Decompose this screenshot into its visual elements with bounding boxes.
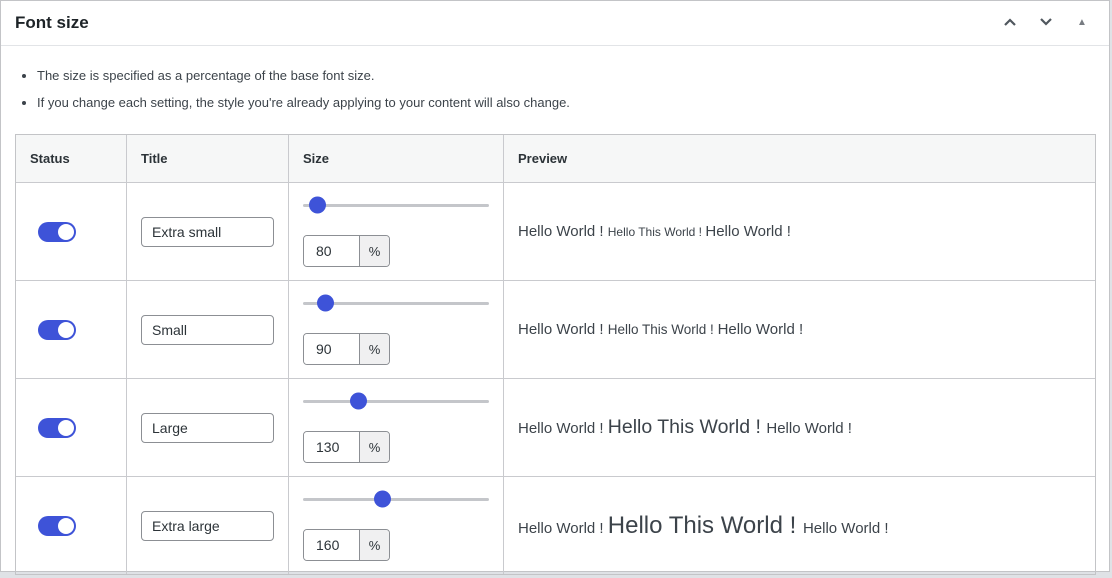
- preview-text: Hello World ! Hello This World ! Hello W…: [518, 416, 852, 439]
- size-cell: %: [289, 477, 504, 574]
- note-item: If you change each setting, the style yo…: [37, 95, 1095, 110]
- preview-cell: Hello World ! Hello This World ! Hello W…: [504, 477, 1095, 574]
- status-toggle[interactable]: [38, 417, 76, 438]
- status-cell: [16, 281, 127, 378]
- font-size-panel: Font size ▲ The size is specified as a p…: [0, 0, 1110, 575]
- notes-list: The size is specified as a percentage of…: [1, 46, 1109, 124]
- column-header-preview: Preview: [518, 151, 568, 166]
- preview-middle: Hello This World !: [607, 416, 767, 438]
- preview-left: Hello World !: [518, 519, 608, 537]
- slider-thumb[interactable]: [317, 294, 335, 312]
- preview-cell: Hello World ! Hello This World ! Hello W…: [504, 379, 1095, 476]
- chevron-down-icon: [1038, 16, 1054, 31]
- table-row: % Hello World ! Hello This World ! Hello…: [16, 280, 1095, 378]
- preview-text: Hello World ! Hello This World ! Hello W…: [518, 223, 791, 240]
- size-slider[interactable]: [303, 294, 489, 312]
- collapse-panel-button[interactable]: ▲: [1071, 12, 1093, 34]
- percent-unit-label: %: [359, 236, 389, 266]
- table-row: % Hello World ! Hello This World ! Hello…: [16, 476, 1095, 574]
- size-input[interactable]: [304, 432, 359, 462]
- table-row: % Hello World ! Hello This World ! Hello…: [16, 378, 1095, 476]
- move-up-button[interactable]: [999, 12, 1021, 34]
- table-row: % Hello World ! Hello This World ! Hello…: [16, 182, 1095, 280]
- title-input[interactable]: [141, 314, 274, 345]
- preview-text: Hello World ! Hello This World ! Hello W…: [518, 512, 889, 540]
- slider-track: [303, 498, 489, 501]
- preview-right: Hello World !: [705, 223, 791, 240]
- title-cell: [127, 183, 289, 280]
- size-cell: %: [289, 281, 504, 378]
- triangle-up-icon: ▲: [1077, 17, 1087, 28]
- slider-track: [303, 204, 489, 207]
- preview-cell: Hello World ! Hello This World ! Hello W…: [504, 281, 1095, 378]
- preview-middle: Hello This World !: [607, 511, 803, 539]
- table-header-row: Status Title Size Preview: [16, 135, 1095, 182]
- size-input-group: %: [303, 333, 390, 365]
- title-input[interactable]: [141, 216, 274, 247]
- title-input[interactable]: [141, 510, 274, 541]
- toggle-knob: [58, 223, 74, 240]
- size-input-group: %: [303, 235, 390, 267]
- preview-left: Hello World !: [518, 420, 608, 437]
- size-input-group: %: [303, 529, 390, 561]
- size-slider[interactable]: [303, 392, 489, 410]
- column-header-size: Size: [289, 135, 504, 182]
- status-toggle[interactable]: [38, 221, 76, 242]
- size-input-group: %: [303, 431, 390, 463]
- toggle-knob: [58, 419, 74, 436]
- slider-thumb[interactable]: [309, 196, 327, 214]
- size-input[interactable]: [304, 334, 359, 364]
- size-input[interactable]: [304, 530, 359, 560]
- panel-header-controls: ▲: [999, 12, 1093, 34]
- move-down-button[interactable]: [1035, 12, 1057, 34]
- slider-thumb[interactable]: [349, 392, 367, 410]
- status-cell: [16, 379, 127, 476]
- size-input[interactable]: [304, 236, 359, 266]
- preview-left: Hello World !: [518, 223, 608, 240]
- title-cell: [127, 379, 289, 476]
- title-cell: [127, 281, 289, 378]
- preview-left: Hello World !: [518, 321, 608, 338]
- preview-right: Hello World !: [802, 519, 889, 537]
- column-header-title: Title: [127, 135, 289, 182]
- preview-right: Hello World !: [766, 420, 852, 437]
- toggle-knob: [58, 517, 74, 534]
- status-toggle[interactable]: [38, 319, 76, 340]
- size-cell: %: [289, 379, 504, 476]
- preview-middle: Hello This World !: [607, 322, 718, 337]
- status-toggle[interactable]: [38, 515, 76, 536]
- preview-text: Hello World ! Hello This World ! Hello W…: [518, 321, 803, 338]
- status-cell: [16, 183, 127, 280]
- size-slider[interactable]: [303, 196, 489, 214]
- preview-cell: Hello World ! Hello This World ! Hello W…: [504, 183, 1095, 280]
- size-cell: %: [289, 183, 504, 280]
- toggle-knob: [58, 321, 74, 338]
- title-cell: [127, 477, 289, 574]
- status-cell: [16, 477, 127, 574]
- preview-middle: Hello This World !: [607, 225, 706, 239]
- font-size-table: Status Title Size Preview %: [15, 134, 1096, 575]
- percent-unit-label: %: [359, 530, 389, 560]
- column-header-status: Status: [16, 135, 127, 182]
- chevron-up-icon: [1002, 16, 1018, 31]
- slider-track: [303, 400, 489, 403]
- slider-thumb[interactable]: [373, 490, 391, 508]
- panel-title: Font size: [15, 13, 89, 32]
- preview-right: Hello World !: [717, 321, 804, 338]
- percent-unit-label: %: [359, 334, 389, 364]
- panel-header: Font size ▲: [1, 1, 1109, 46]
- percent-unit-label: %: [359, 432, 389, 462]
- size-slider[interactable]: [303, 490, 489, 508]
- note-item: The size is specified as a percentage of…: [37, 68, 1095, 83]
- title-input[interactable]: [141, 412, 274, 443]
